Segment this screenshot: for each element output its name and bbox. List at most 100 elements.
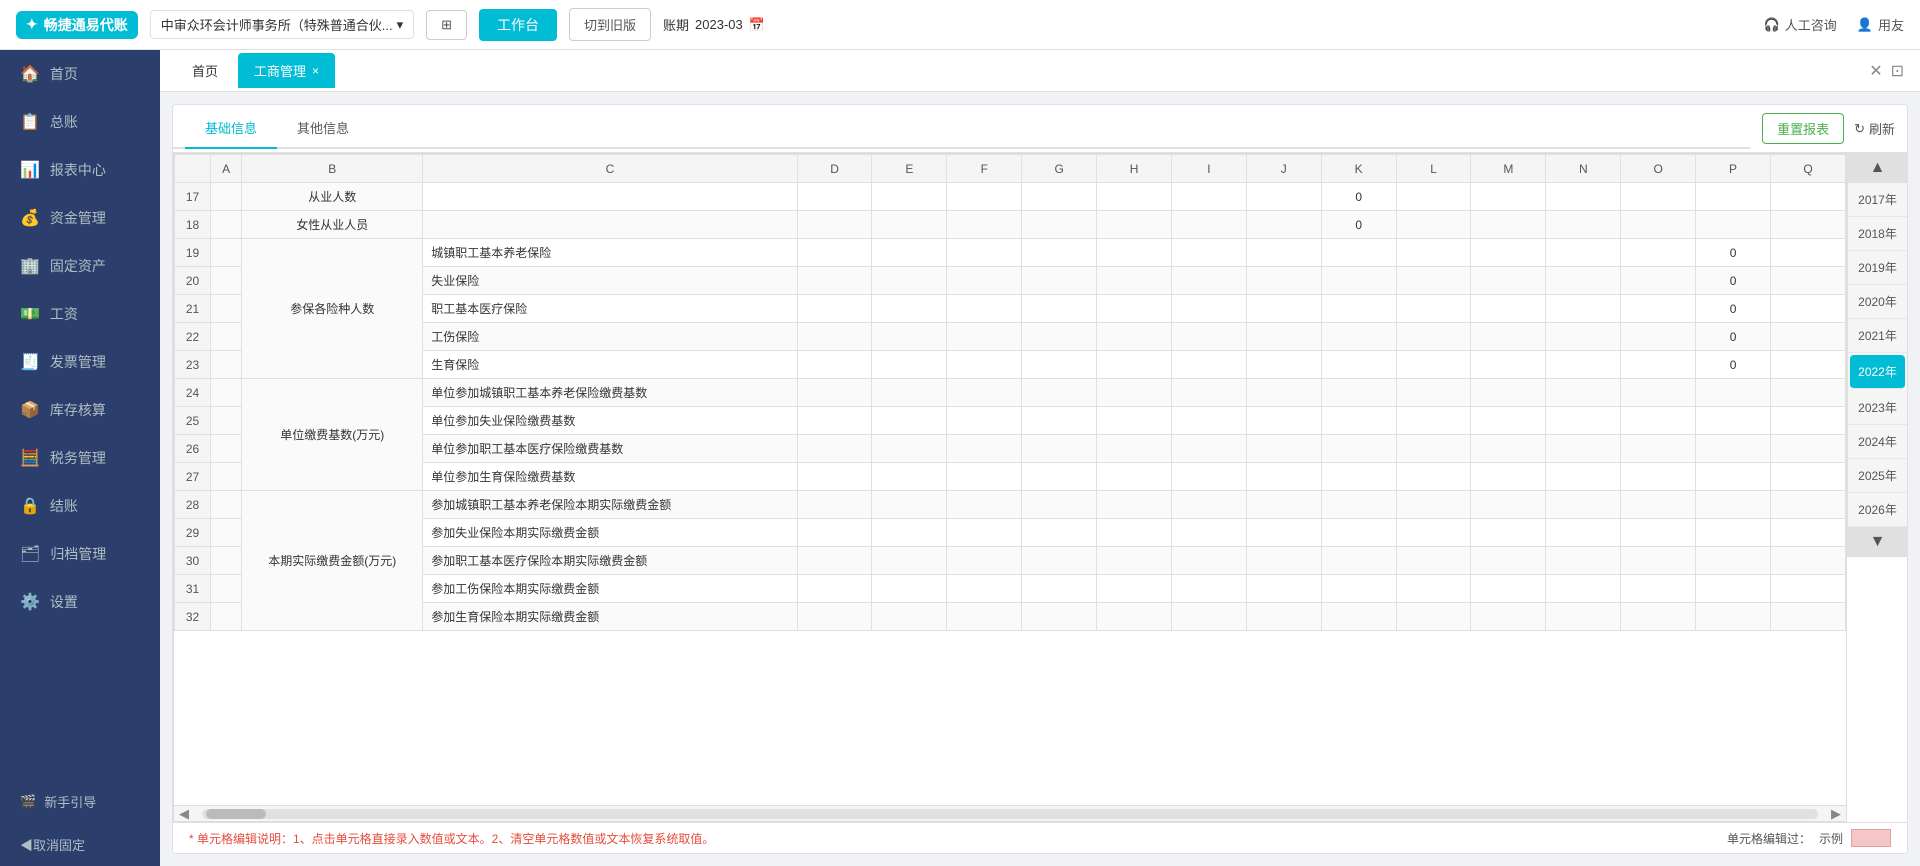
table-row[interactable]: 31参加工伤保险本期实际缴费金额: [175, 575, 1846, 603]
year-items: 2017年2018年2019年2020年2021年2022年2023年2024年…: [1848, 183, 1907, 527]
table-row[interactable]: 28本期实际缴费金额(万元)参加城镇职工基本养老保险本期实际缴费金额: [175, 491, 1846, 519]
tab-business-mgmt[interactable]: 工商管理 ×: [238, 53, 335, 88]
table-row[interactable]: 22工伤保险0: [175, 323, 1846, 351]
col-header-a: A: [211, 155, 242, 183]
table-row[interactable]: 23生育保险0: [175, 351, 1846, 379]
company-selector[interactable]: 中审众环会计师事务所（特殊普通合伙... ▾: [150, 10, 414, 39]
table-row[interactable]: 17从业人数0: [175, 183, 1846, 211]
table-row[interactable]: 24单位缴费基数(万元)单位参加城镇职工基本养老保险缴费基数: [175, 379, 1846, 407]
tab-home[interactable]: 首页: [176, 53, 234, 88]
table-row[interactable]: 32参加生育保险本期实际缴费金额: [175, 603, 1846, 631]
sidebar-item-report[interactable]: 📊 报表中心: [0, 146, 160, 194]
calendar-icon[interactable]: 📅: [749, 17, 765, 33]
refresh-icon: ↻: [1854, 121, 1865, 137]
year-item[interactable]: 2019年: [1848, 251, 1907, 285]
tab-bar: 首页 工商管理 × ✕ ⊡: [160, 50, 1920, 92]
year-item[interactable]: 2025年: [1848, 459, 1907, 493]
year-item[interactable]: 2022年: [1850, 355, 1905, 389]
sidebar-item-ledger[interactable]: 📋 总账: [0, 98, 160, 146]
col-header-i: I: [1171, 155, 1246, 183]
refresh-button[interactable]: ↻ 刷新: [1854, 119, 1895, 138]
status-tip: * 单元格编辑说明：1、点击单元格直接录入数值或文本。2、清空单元格数值或文本恢…: [189, 830, 714, 847]
col-header-p: P: [1696, 155, 1771, 183]
edited-label: 单元格编辑过：: [1727, 830, 1811, 847]
table-row[interactable]: 20失业保险0: [175, 267, 1846, 295]
year-item[interactable]: 2021年: [1848, 319, 1907, 353]
table-row[interactable]: 18女性从业人员0: [175, 211, 1846, 239]
year-panel-up[interactable]: ▲: [1848, 153, 1907, 183]
example-label: 示例: [1819, 830, 1843, 847]
col-header-c: C: [423, 155, 797, 183]
unfix-button[interactable]: ◀取消固定: [0, 823, 160, 866]
workbench-button[interactable]: 工作台: [479, 9, 557, 41]
sub-tab-basic[interactable]: 基础信息: [185, 108, 277, 149]
year-item[interactable]: 2026年: [1848, 493, 1907, 527]
sidebar-item-inventory[interactable]: 📦 库存核算: [0, 386, 160, 434]
col-header-o: O: [1621, 155, 1696, 183]
scroll-right-icon[interactable]: ▶: [1826, 806, 1846, 822]
salary-icon: 💵: [20, 304, 40, 324]
spreadsheet-container[interactable]: A B C D E F G H I J: [174, 154, 1846, 805]
table-row[interactable]: 19参保各险种人数城镇职工基本养老保险0: [175, 239, 1846, 267]
scroll-thumb: [206, 809, 266, 819]
col-header-num: [175, 155, 211, 183]
sidebar-item-home[interactable]: 🏠 首页: [0, 50, 160, 98]
sidebar-item-close[interactable]: 🔒 结账: [0, 482, 160, 530]
sidebar-item-archive[interactable]: 🗂 归档管理: [0, 530, 160, 578]
col-header-b: B: [242, 155, 423, 183]
col-header-k: K: [1321, 155, 1396, 183]
sidebar-item-assets[interactable]: 🏢 固定资产: [0, 242, 160, 290]
sidebar-bottom: 🎬 新手引导 ◀取消固定: [0, 780, 160, 866]
col-header-l: L: [1396, 155, 1471, 183]
sidebar-item-salary[interactable]: 💵 工资: [0, 290, 160, 338]
app-logo: ✦ 畅捷通易代账: [16, 11, 138, 39]
user-icon: 👤: [1857, 17, 1873, 33]
col-header-d: D: [797, 155, 872, 183]
horizontal-scrollbar[interactable]: ◀ ▶: [174, 805, 1846, 821]
toolbar: 重置报表 ↻ 刷新: [1750, 105, 1907, 152]
table-row[interactable]: 21职工基本医疗保险0: [175, 295, 1846, 323]
col-header-j: J: [1246, 155, 1321, 183]
table-row[interactable]: 26单位参加职工基本医疗保险缴费基数: [175, 435, 1846, 463]
old-version-button[interactable]: 切到旧版: [569, 8, 651, 41]
finance-icon: 💰: [20, 208, 40, 228]
table-row[interactable]: 25单位参加失业保险缴费基数: [175, 407, 1846, 435]
year-panel: ▲ 2017年2018年2019年2020年2021年2022年2023年202…: [1847, 153, 1907, 557]
table-row[interactable]: 27单位参加生育保险缴费基数: [175, 463, 1846, 491]
sidebar-item-settings[interactable]: ⚙️ 设置: [0, 578, 160, 626]
header-right: 🎧 人工咨询 👤 用友: [1764, 15, 1904, 34]
scroll-left-icon[interactable]: ◀: [174, 806, 194, 822]
content-main: A B C D E F G H I J: [173, 153, 1907, 822]
tab-close-icon[interactable]: ×: [312, 64, 319, 78]
copy-button[interactable]: ⊞: [426, 10, 467, 40]
home-icon: 🏠: [20, 64, 40, 84]
table-row[interactable]: 30参加职工基本医疗保险本期实际缴费金额: [175, 547, 1846, 575]
sidebar-item-finance[interactable]: 💰 资金管理: [0, 194, 160, 242]
period-value: 2023-03: [695, 17, 743, 32]
copy-icon: ⊞: [441, 17, 452, 32]
window-maximize-icon[interactable]: ⊡: [1891, 61, 1904, 81]
year-item[interactable]: 2017年: [1848, 183, 1907, 217]
year-panel-down[interactable]: ▼: [1848, 527, 1907, 557]
year-item[interactable]: 2023年: [1848, 391, 1907, 425]
logo-icon: ✦: [26, 16, 38, 33]
user-button[interactable]: 👤 用友: [1857, 15, 1904, 34]
new-guide-button[interactable]: 🎬 新手引导: [0, 780, 160, 823]
edited-example-cell: [1851, 829, 1891, 847]
window-close-icon[interactable]: ✕: [1869, 61, 1882, 81]
year-item[interactable]: 2018年: [1848, 217, 1907, 251]
service-button[interactable]: 🎧 人工咨询: [1764, 15, 1837, 34]
assets-icon: 🏢: [20, 256, 40, 276]
year-item[interactable]: 2020年: [1848, 285, 1907, 319]
sub-tabs: 基础信息 其他信息: [173, 108, 1750, 149]
dropdown-icon: ▾: [397, 17, 404, 33]
sub-tab-other[interactable]: 其他信息: [277, 108, 369, 149]
year-item[interactable]: 2024年: [1848, 425, 1907, 459]
col-header-n: N: [1546, 155, 1621, 183]
sidebar-item-tax[interactable]: 🧮 税务管理: [0, 434, 160, 482]
table-row[interactable]: 29参加失业保险本期实际缴费金额: [175, 519, 1846, 547]
reset-report-button[interactable]: 重置报表: [1762, 113, 1844, 144]
status-bar-right: 单元格编辑过： 示例: [1727, 829, 1891, 847]
sidebar-item-invoice[interactable]: 🧾 发票管理: [0, 338, 160, 386]
logo-text: 畅捷通易代账: [44, 15, 128, 35]
